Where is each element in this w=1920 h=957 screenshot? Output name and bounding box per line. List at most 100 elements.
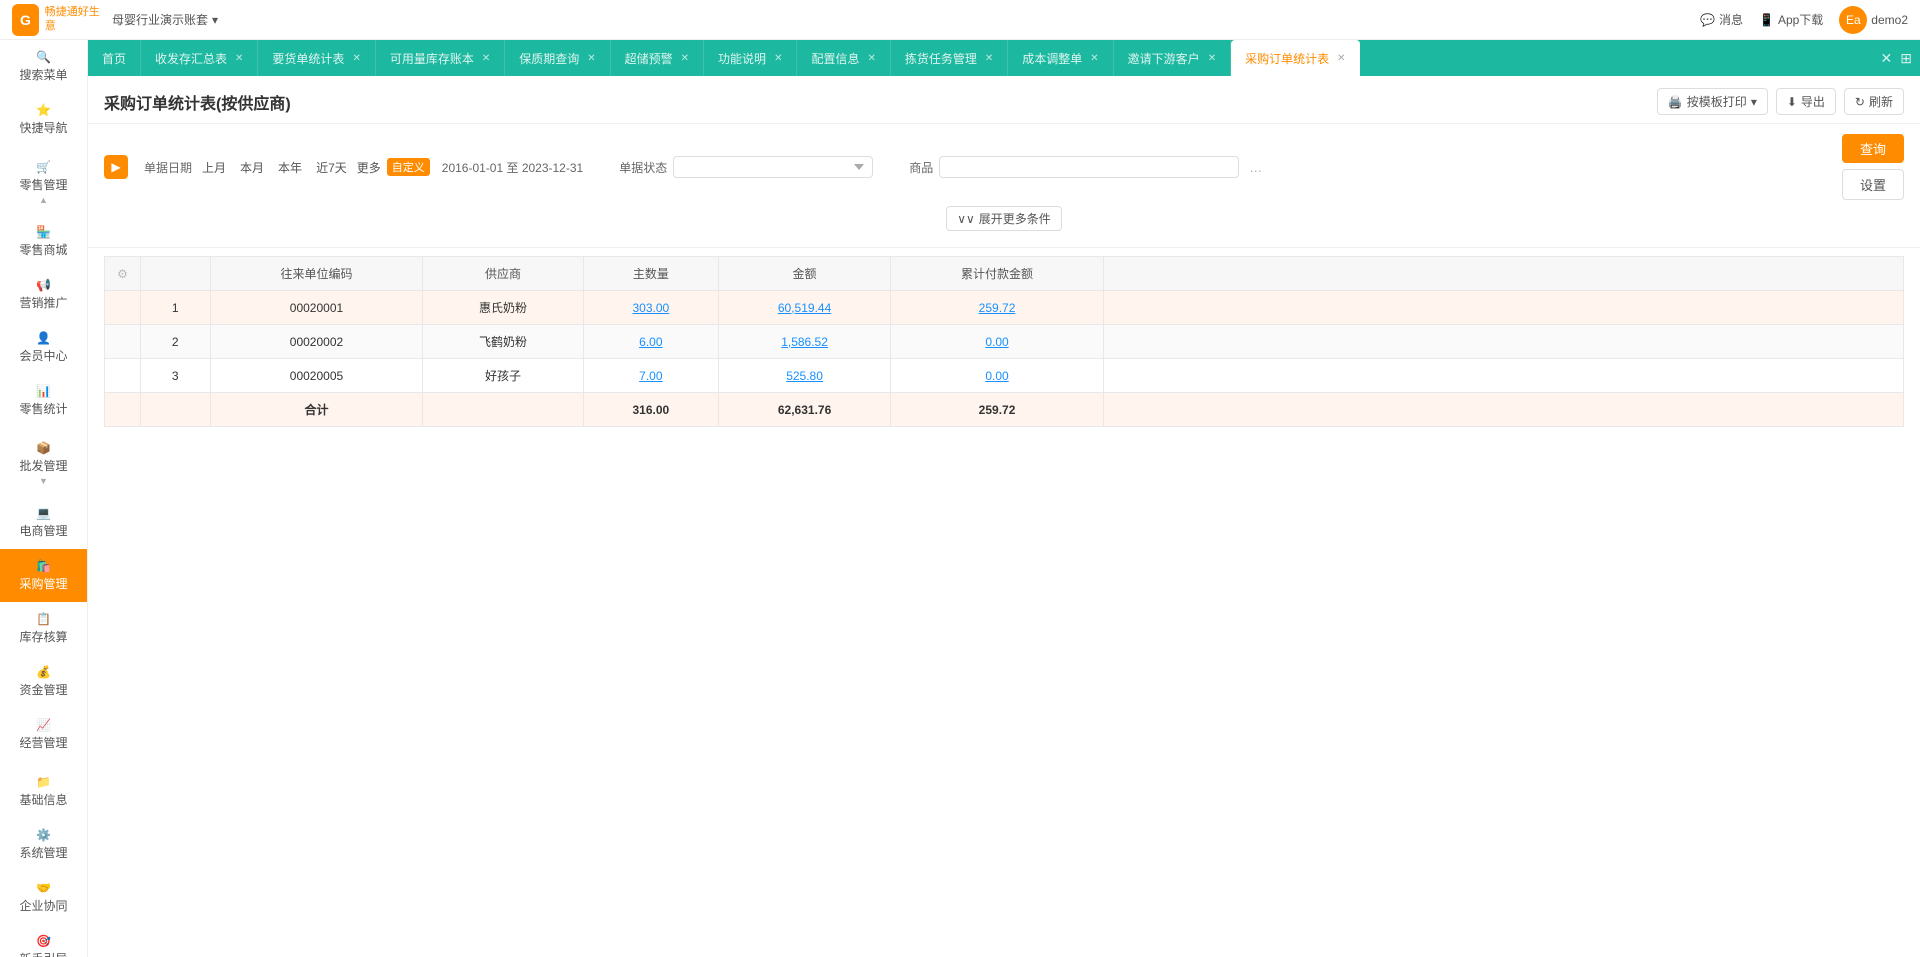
tab-close-invite[interactable]: ✕ xyxy=(1208,53,1216,64)
sidebar-item-ecommerce[interactable]: 💻 电商管理 xyxy=(0,496,87,549)
row-settings-2 xyxy=(105,359,141,393)
date-btn-this-month[interactable]: 本月 xyxy=(236,157,268,178)
gear-icon[interactable]: ⚙ xyxy=(117,267,128,281)
tab-close-cost[interactable]: ✕ xyxy=(1090,53,1098,64)
row-qty-1[interactable]: 6.00 xyxy=(583,325,718,359)
sidebar-label-ecommerce: 电商管理 xyxy=(19,522,67,539)
row-amount-1[interactable]: 1,586.52 xyxy=(719,325,891,359)
tab-close-inv[interactable]: ✕ xyxy=(482,53,490,64)
tab-close-all-btn[interactable]: ✕ xyxy=(1881,50,1893,67)
refresh-button[interactable]: ↻ 刷新 xyxy=(1844,88,1904,115)
filter-settings-button[interactable]: 设置 xyxy=(1842,169,1904,200)
expand-more-button[interactable]: ∨∨ 展开更多条件 xyxy=(946,206,1062,231)
table-header-row: ⚙ 往来单位编码 供应商 主数量 金额 累计付款金额 xyxy=(105,257,1904,291)
tab-stock-summary[interactable]: 收发存汇总表 ✕ xyxy=(141,40,258,76)
row-amount-0[interactable]: 60,519.44 xyxy=(719,291,891,325)
th-paid: 累计付款金额 xyxy=(891,257,1104,291)
date-range: 2016-01-01 至 2023-12-31 xyxy=(442,159,583,176)
sidebar-item-collab[interactable]: 🤝 企业协同 xyxy=(0,871,87,924)
sidebar-item-finance[interactable]: 💰 资金管理 xyxy=(0,655,87,708)
tab-close-overstock[interactable]: ✕ xyxy=(681,53,689,64)
footer-extra-cell xyxy=(1104,393,1904,427)
export-button[interactable]: ⬇ 导出 xyxy=(1776,88,1836,115)
sidebar-item-mall[interactable]: 🏪 零售商城 xyxy=(0,215,87,268)
sidebar-item-marketing[interactable]: 📢 营销推广 xyxy=(0,268,87,321)
finance-icon: 💰 xyxy=(36,665,51,679)
date-btn-7days[interactable]: 近7天 xyxy=(312,157,351,178)
filter-toggle[interactable]: ▶ xyxy=(104,155,128,179)
tab-bar: 首页 收发存汇总表 ✕ 要货单统计表 ✕ 可用量库存账本 ✕ 保质期查询 ✕ 超… xyxy=(88,40,1920,76)
tab-close-purchase-stats[interactable]: ✕ xyxy=(1337,53,1345,64)
status-label: 单据状态 xyxy=(619,159,667,176)
footer-settings-cell xyxy=(105,393,141,427)
tab-inventory-book[interactable]: 可用量库存账本 ✕ xyxy=(376,40,505,76)
row-paid-1[interactable]: 0.00 xyxy=(891,325,1104,359)
th-settings: ⚙ xyxy=(105,257,141,291)
sidebar-item-operations[interactable]: 📈 经营管理 xyxy=(0,708,87,761)
tab-pick-task[interactable]: 拣货任务管理 ✕ xyxy=(891,40,1008,76)
date-btn-this-year[interactable]: 本年 xyxy=(274,157,306,178)
sidebar-item-member[interactable]: 👤 会员中心 xyxy=(0,321,87,374)
goods-input[interactable] xyxy=(939,156,1239,178)
sidebar-item-inventory[interactable]: 📋 库存核算 xyxy=(0,602,87,655)
breadcrumb-area[interactable]: 母婴行业演示账套 ▾ xyxy=(100,11,1700,28)
date-btn-last-month[interactable]: 上月 xyxy=(198,157,230,178)
tab-home[interactable]: 首页 xyxy=(88,40,141,76)
tab-cost-adjust[interactable]: 成本调整单 ✕ xyxy=(1008,40,1113,76)
sidebar-item-wholesale[interactable]: 📦 批发管理 ▼ xyxy=(0,431,87,496)
tab-close-pick[interactable]: ✕ xyxy=(985,53,993,64)
template-print-button[interactable]: 🖨️ 按模板打印 ▾ xyxy=(1657,88,1768,115)
user-action[interactable]: Ea demo2 xyxy=(1839,6,1908,34)
row-qty-2[interactable]: 7.00 xyxy=(583,359,718,393)
ecommerce-icon: 💻 xyxy=(36,506,51,520)
tab-overstock[interactable]: 超储预警 ✕ xyxy=(611,40,704,76)
row-paid-0[interactable]: 259.72 xyxy=(891,291,1104,325)
purchase-icon: 🛍️ xyxy=(36,559,51,573)
collab-icon: 🤝 xyxy=(36,881,51,895)
tab-close-function[interactable]: ✕ xyxy=(774,53,782,64)
tab-invite[interactable]: 邀请下游客户 ✕ xyxy=(1114,40,1231,76)
app-download-action[interactable]: 📱 App下载 xyxy=(1759,11,1823,28)
sidebar-item-retail-stats[interactable]: 📊 零售统计 xyxy=(0,374,87,427)
tab-label-stock: 收发存汇总表 xyxy=(155,50,227,67)
row-extra-2 xyxy=(1104,359,1904,393)
status-select[interactable] xyxy=(673,156,873,178)
sidebar-item-search[interactable]: 🔍 搜索菜单 xyxy=(0,40,87,93)
tab-config[interactable]: 配置信息 ✕ xyxy=(797,40,890,76)
tab-purchase-stats[interactable]: 采购订单统计表 ✕ xyxy=(1231,40,1360,76)
sidebar-item-basic-info[interactable]: 📁 基础信息 xyxy=(0,765,87,818)
row-code-1: 00020002 xyxy=(210,325,423,359)
sidebar-item-nav[interactable]: ⭐ 快捷导航 xyxy=(0,93,87,146)
date-label: 单据日期 xyxy=(144,159,192,176)
page-inner: 采购订单统计表(按供应商) 🖨️ 按模板打印 ▾ ⬇ 导出 ↻ xyxy=(88,76,1920,957)
message-action[interactable]: 💬 消息 xyxy=(1700,11,1743,28)
data-table: ⚙ 往来单位编码 供应商 主数量 金额 累计付款金额 xyxy=(104,256,1904,427)
tab-expiry[interactable]: 保质期查询 ✕ xyxy=(505,40,610,76)
query-button[interactable]: 查询 xyxy=(1842,134,1904,163)
sidebar-item-guide[interactable]: 🎯 新手引导 xyxy=(0,924,87,957)
row-qty-0[interactable]: 303.00 xyxy=(583,291,718,325)
tab-function[interactable]: 功能说明 ✕ xyxy=(704,40,797,76)
th-index xyxy=(141,257,211,291)
tab-close-order[interactable]: ✕ xyxy=(352,53,360,64)
sidebar-label-collab: 企业协同 xyxy=(19,897,67,914)
breadcrumb-select[interactable]: 母婴行业演示账套 ▾ xyxy=(112,11,218,28)
tab-close-expiry[interactable]: ✕ xyxy=(587,53,595,64)
tab-label-function: 功能说明 xyxy=(718,50,766,67)
tab-close-config[interactable]: ✕ xyxy=(867,53,875,64)
date-more-btn[interactable]: 更多 xyxy=(357,159,381,176)
tab-label-inv: 可用量库存账本 xyxy=(390,50,474,67)
tab-purchase-order[interactable]: 要货单统计表 ✕ xyxy=(258,40,375,76)
row-paid-2[interactable]: 0.00 xyxy=(891,359,1104,393)
row-code-0: 00020001 xyxy=(210,291,423,325)
sidebar-item-system[interactable]: ⚙️ 系统管理 xyxy=(0,818,87,871)
page-content: 采购订单统计表(按供应商) 🖨️ 按模板打印 ▾ ⬇ 导出 ↻ xyxy=(88,76,1920,957)
th-qty: 主数量 xyxy=(583,257,718,291)
sidebar-item-purchase[interactable]: 🛍️ 采购管理 xyxy=(0,549,87,602)
row-amount-2[interactable]: 525.80 xyxy=(719,359,891,393)
tab-close-stock[interactable]: ✕ xyxy=(235,53,243,64)
chevron-template-icon: ▾ xyxy=(1751,95,1757,109)
more-icon[interactable]: … xyxy=(1249,160,1262,175)
sidebar-item-retail-mgmt[interactable]: 🛒 零售管理 ▲ xyxy=(0,150,87,215)
tab-expand-btn[interactable]: ⊞ xyxy=(1900,50,1912,67)
